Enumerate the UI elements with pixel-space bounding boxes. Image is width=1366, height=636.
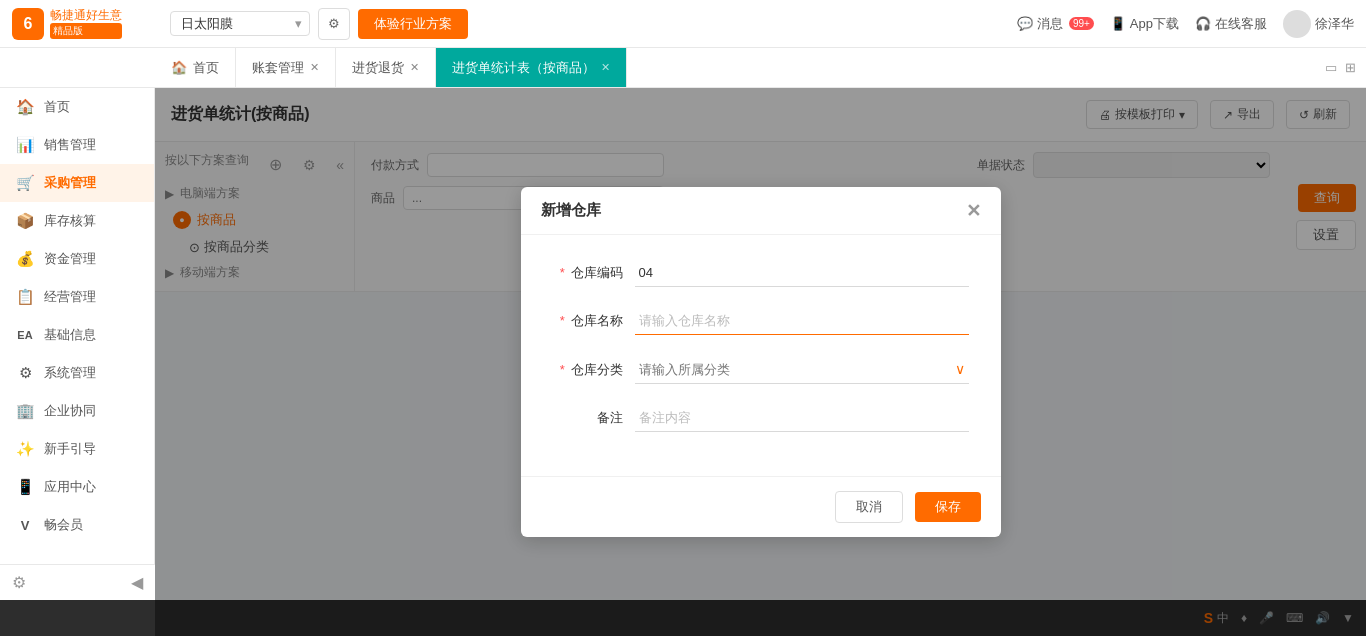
- sidebar-item-purchase[interactable]: 🛒 采购管理: [0, 164, 154, 202]
- sidebar-item-guide[interactable]: ✨ 新手引导: [0, 430, 154, 468]
- tab-minimize-icon[interactable]: ▭: [1325, 60, 1337, 75]
- logo-text-main: 畅捷通好生意: [50, 8, 122, 24]
- messages-button[interactable]: 💬 消息 99+: [1017, 15, 1094, 33]
- sidebar-item-finance[interactable]: 💰 资金管理: [0, 240, 154, 278]
- guide-icon: ✨: [16, 440, 34, 458]
- form-row-code: * 仓库编码: [553, 259, 969, 287]
- message-icon: 💬: [1017, 16, 1033, 31]
- sidebar-collapse-icon[interactable]: ◀: [131, 573, 143, 592]
- member-icon: V: [16, 516, 34, 534]
- save-button[interactable]: 保存: [915, 492, 981, 522]
- basics-icon: EA: [16, 326, 34, 344]
- settings-button[interactable]: ⚙: [318, 8, 350, 40]
- store-search-wrap: 日太阳膜 ▾: [170, 11, 310, 36]
- sidebar-item-operations[interactable]: 📋 经营管理: [0, 278, 154, 316]
- sidebar-item-member[interactable]: V 畅会员: [0, 506, 154, 544]
- modal-header: 新增仓库 ✕: [521, 187, 1001, 235]
- home-sidebar-icon: 🏠: [16, 98, 34, 116]
- category-select-wrap[interactable]: ∨: [635, 355, 969, 384]
- category-input[interactable]: [639, 362, 955, 377]
- name-label: * 仓库名称: [553, 312, 623, 330]
- home-icon: 🏠: [171, 60, 187, 75]
- code-label: * 仓库编码: [553, 264, 623, 282]
- note-input[interactable]: [635, 404, 969, 432]
- sidebar-settings-icon[interactable]: ⚙: [12, 573, 26, 592]
- store-select[interactable]: 日太阳膜: [170, 11, 310, 36]
- sidebar-item-sales[interactable]: 📊 销售管理: [0, 126, 154, 164]
- message-badge: 99+: [1069, 17, 1094, 30]
- sidebar-item-home[interactable]: 🏠 首页: [0, 88, 154, 126]
- tab-bar-actions: ▭ ⊞: [1315, 48, 1366, 87]
- operations-icon: 📋: [16, 288, 34, 306]
- logo-area: 6 畅捷通好生意 精品版: [12, 8, 162, 40]
- modal-body: * 仓库编码 * 仓库名称 *: [521, 235, 1001, 476]
- sidebar-item-basics[interactable]: EA 基础信息: [0, 316, 154, 354]
- form-row-category: * 仓库分类 ∨: [553, 355, 969, 384]
- appcenter-icon: 📱: [16, 478, 34, 496]
- headset-icon: 🎧: [1195, 16, 1211, 31]
- avatar: [1283, 10, 1311, 38]
- category-label: * 仓库分类: [553, 361, 623, 379]
- inventory-icon: 📦: [16, 212, 34, 230]
- name-input[interactable]: [635, 307, 969, 335]
- user-profile[interactable]: 徐泽华: [1283, 10, 1354, 38]
- modal-close-button[interactable]: ✕: [966, 202, 981, 220]
- new-warehouse-modal: 新增仓库 ✕ * 仓库编码 * 仓库名称: [521, 187, 1001, 537]
- logo-icon: 6: [12, 8, 44, 40]
- top-right-area: 💬 消息 99+ 📱 App下载 🎧 在线客服 徐泽华: [1017, 10, 1354, 38]
- finance-icon: 💰: [16, 250, 34, 268]
- tab-accounts-close[interactable]: ✕: [310, 61, 319, 74]
- enterprise-icon: 🏢: [16, 402, 34, 420]
- note-label: 备注: [553, 409, 623, 427]
- system-icon: ⚙: [16, 364, 34, 382]
- tab-purchase-return-close[interactable]: ✕: [410, 61, 419, 74]
- sales-icon: 📊: [16, 136, 34, 154]
- tab-bar: 🏠 首页 账套管理 ✕ 进货退货 ✕ 进货单统计表（按商品） ✕ ▭ ⊞: [0, 48, 1366, 88]
- code-input[interactable]: [635, 259, 969, 287]
- cancel-button[interactable]: 取消: [835, 491, 903, 523]
- sidebar-item-appcenter[interactable]: 📱 应用中心: [0, 468, 154, 506]
- top-bar: 6 畅捷通好生意 精品版 日太阳膜 ▾ ⚙ 体验行业方案 💬 消息 99+ 📱 …: [0, 0, 1366, 48]
- tab-purchase-stat[interactable]: 进货单统计表（按商品） ✕: [436, 48, 627, 87]
- purchase-icon: 🛒: [16, 174, 34, 192]
- online-service-button[interactable]: 🎧 在线客服: [1195, 15, 1267, 33]
- tab-home[interactable]: 🏠 首页: [155, 48, 236, 87]
- modal-overlay: 新增仓库 ✕ * 仓库编码 * 仓库名称: [155, 88, 1366, 636]
- mobile-icon: 📱: [1110, 16, 1126, 31]
- tab-purchase-return[interactable]: 进货退货 ✕: [336, 48, 436, 87]
- main-layout: 🏠 首页 📊 销售管理 🛒 采购管理 📦 库存核算 💰 资金管理 📋 经营管理 …: [0, 88, 1366, 636]
- sidebar-item-system[interactable]: ⚙ 系统管理: [0, 354, 154, 392]
- trial-button[interactable]: 体验行业方案: [358, 9, 468, 39]
- app-download-button[interactable]: 📱 App下载: [1110, 15, 1179, 33]
- tab-accounts[interactable]: 账套管理 ✕: [236, 48, 336, 87]
- sidebar-item-inventory[interactable]: 📦 库存核算: [0, 202, 154, 240]
- content-area: 进货单统计(按商品) 🖨 按模板打印 ▾ ↗ 导出 ↺ 刷新: [155, 88, 1366, 636]
- form-row-note: 备注: [553, 404, 969, 432]
- sidebar-bottom: ⚙ ◀: [0, 564, 155, 600]
- sidebar-item-enterprise[interactable]: 🏢 企业协同: [0, 392, 154, 430]
- tab-purchase-stat-close[interactable]: ✕: [601, 61, 610, 74]
- form-row-name: * 仓库名称: [553, 307, 969, 335]
- logo-badge: 精品版: [50, 23, 122, 39]
- category-chevron-icon: ∨: [955, 361, 965, 377]
- modal-footer: 取消 保存: [521, 476, 1001, 537]
- modal-title: 新增仓库: [541, 201, 601, 220]
- sidebar: 🏠 首页 📊 销售管理 🛒 采购管理 📦 库存核算 💰 资金管理 📋 经营管理 …: [0, 88, 155, 636]
- tab-expand-icon[interactable]: ⊞: [1345, 60, 1356, 75]
